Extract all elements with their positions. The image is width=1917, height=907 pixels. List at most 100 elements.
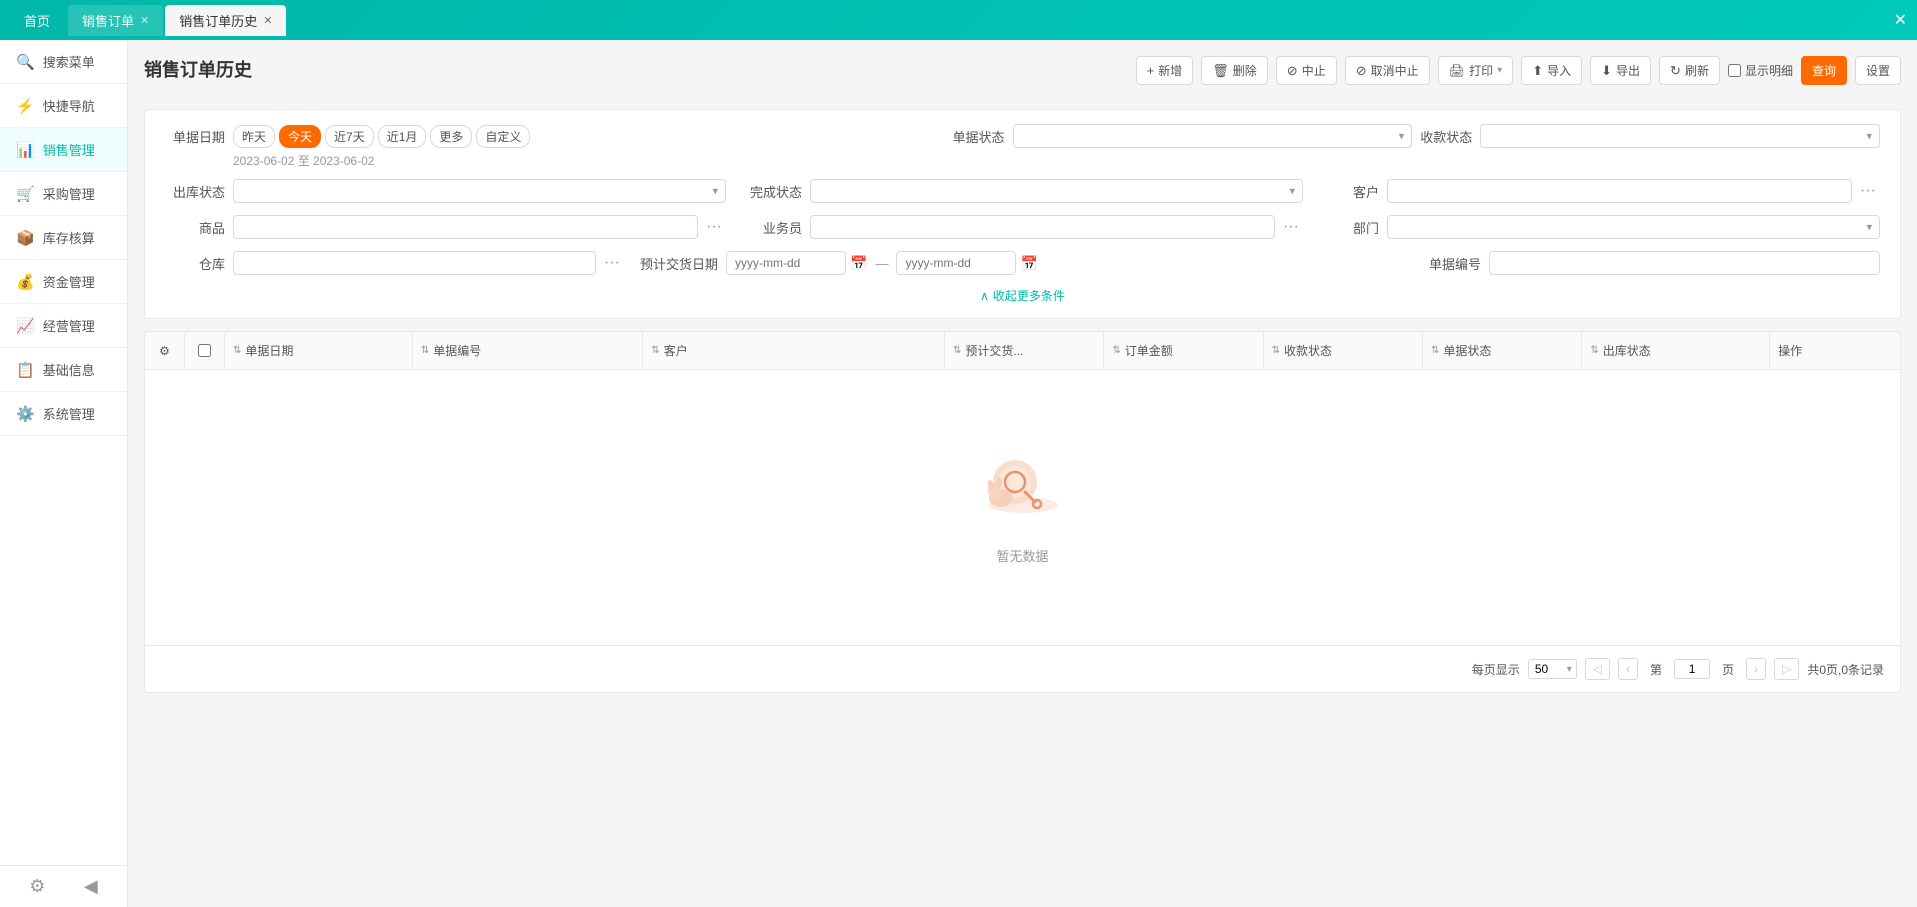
dept-label: 部门 [1319, 218, 1379, 237]
dept-select[interactable] [1387, 215, 1880, 239]
sidebar-item-purchase-mgmt[interactable]: 🛒 采购管理 [0, 172, 127, 216]
sidebar-item-sales-mgmt[interactable]: 📊 销售管理 [0, 128, 127, 172]
purchase-mgmt-icon: 🛒 [16, 185, 35, 203]
th-checkbox[interactable] [185, 334, 225, 367]
query-button[interactable]: 查询 [1801, 56, 1847, 85]
table-empty: 暂无数据 [145, 370, 1900, 645]
date-btn-last7[interactable]: 近7天 [325, 125, 374, 148]
sales-rep-dots[interactable]: ··· [1279, 218, 1303, 236]
cancel-stop-icon: ⊘ [1356, 63, 1367, 79]
th-num: ⇅ 单据编号 [413, 332, 644, 369]
empty-illustration [973, 430, 1073, 530]
order-number-label: 单据编号 [1421, 254, 1481, 273]
customer-dots[interactable]: ··· [1856, 182, 1880, 200]
sidebar-item-system[interactable]: ⚙️ 系统管理 [0, 392, 127, 436]
sidebar-item-operations[interactable]: 📈 经营管理 [0, 304, 127, 348]
page-input[interactable] [1674, 659, 1710, 679]
sales-mgmt-icon: 📊 [16, 141, 35, 159]
main-layout: 🔍 搜索菜单 ⚡ 快捷导航 📊 销售管理 🛒 采购管理 📦 库存核算 💰 资金管… [0, 40, 1917, 907]
tab-home[interactable]: 首页 [10, 5, 64, 36]
sort-num-icon[interactable]: ⇅ [421, 345, 429, 356]
filter-row-2: 出库状态 完成状态 客户 [165, 179, 1880, 203]
sort-icon[interactable]: ⇅ [233, 345, 241, 356]
stop-button[interactable]: ⊘ 中止 [1276, 56, 1337, 85]
print-dropdown-icon: ▾ [1497, 65, 1502, 76]
select-all-checkbox[interactable] [198, 344, 211, 357]
warehouse-dots[interactable]: ··· [600, 254, 624, 272]
sidebar-item-inventory[interactable]: 📦 库存核算 [0, 216, 127, 260]
out-status-select[interactable] [233, 179, 726, 203]
import-button[interactable]: ⬆ 导入 [1521, 56, 1582, 85]
tab-sales-order-history-close[interactable]: ✕ [263, 14, 272, 27]
order-status-select[interactable] [1013, 124, 1413, 148]
cal-end-icon[interactable]: 📅 [1020, 255, 1037, 272]
dept-select-wrapper [1387, 215, 1880, 239]
sort-receipt-icon[interactable]: ⇅ [1272, 345, 1280, 356]
sort-order-status-icon[interactable]: ⇅ [1431, 345, 1439, 356]
display-detail-checkbox[interactable] [1728, 64, 1741, 77]
sidebar-collapse-icon[interactable]: ◀ [84, 876, 98, 897]
print-icon: 🖨 [1449, 63, 1466, 79]
delete-button[interactable]: 🗑 删除 [1201, 56, 1268, 85]
last-page-btn[interactable]: ▷ [1774, 658, 1799, 680]
th-settings[interactable]: ⚙ [145, 334, 185, 368]
search-menu-icon: 🔍 [16, 53, 35, 71]
first-page-btn[interactable]: ◁ [1585, 658, 1610, 680]
tab-sales-order[interactable]: 销售订单 ✕ [68, 5, 163, 36]
system-icon: ⚙️ [16, 405, 35, 423]
new-button[interactable]: + 新增 [1136, 56, 1194, 85]
customer-input[interactable] [1387, 179, 1852, 203]
receipt-status-select[interactable] [1480, 124, 1880, 148]
warehouse-label: 仓库 [165, 254, 225, 273]
refresh-button[interactable]: ↻ 刷新 [1659, 56, 1720, 85]
product-input[interactable] [233, 215, 698, 239]
display-detail-label[interactable]: 显示明细 [1728, 62, 1793, 79]
page-size-select[interactable]: 10 20 50 100 [1528, 659, 1577, 679]
receipt-status-label: 收款状态 [1412, 127, 1472, 146]
product-control: ··· [233, 215, 726, 239]
date-btn-yesterday[interactable]: 昨天 [233, 125, 275, 148]
delivery-date-start[interactable] [726, 251, 846, 275]
tab-sales-order-history[interactable]: 销售订单历史 ✕ [165, 5, 286, 36]
collapse-row[interactable]: ∧ 收起更多条件 [165, 287, 1880, 304]
sales-rep-label: 业务员 [742, 218, 802, 237]
sidebar-item-search-menu[interactable]: 🔍 搜索菜单 [0, 40, 127, 84]
date-btn-custom[interactable]: 自定义 [476, 125, 530, 148]
sort-customer-icon[interactable]: ⇅ [651, 345, 659, 356]
collapse-icon: ∧ [980, 289, 989, 303]
page-label-before: 第 [1650, 661, 1662, 678]
sidebar-settings-icon[interactable]: ⚙ [29, 876, 45, 897]
cal-start-icon[interactable]: 📅 [850, 255, 867, 272]
sort-amount-icon[interactable]: ⇅ [1112, 345, 1120, 356]
next-page-btn[interactable]: › [1746, 658, 1766, 680]
receipt-status-select-wrapper [1480, 124, 1880, 148]
complete-status-select-wrapper [810, 179, 1303, 203]
settings-button[interactable]: 设置 [1855, 56, 1901, 85]
tab-sales-order-close[interactable]: ✕ [140, 14, 149, 27]
sort-delivery-icon[interactable]: ⇅ [953, 345, 961, 356]
export-button[interactable]: ⬇ 导出 [1590, 56, 1651, 85]
cancel-stop-button[interactable]: ⊘ 取消中止 [1345, 56, 1430, 85]
date-btn-more[interactable]: 更多 [430, 125, 472, 148]
date-btn-today[interactable]: 今天 [279, 125, 321, 148]
sidebar: 🔍 搜索菜单 ⚡ 快捷导航 📊 销售管理 🛒 采购管理 📦 库存核算 💰 资金管… [0, 40, 128, 907]
print-button[interactable]: 🖨 打印 ▾ [1438, 56, 1514, 85]
sidebar-item-finance[interactable]: 💰 资金管理 [0, 260, 127, 304]
window-close[interactable]: ✕ [1894, 10, 1907, 30]
warehouse-input[interactable] [233, 251, 596, 275]
product-dots[interactable]: ··· [702, 218, 726, 236]
product-label: 商品 [165, 218, 225, 237]
sort-out-status-icon[interactable]: ⇅ [1590, 345, 1598, 356]
inventory-icon: 📦 [16, 229, 35, 247]
sidebar-item-quick-nav[interactable]: ⚡ 快捷导航 [0, 84, 127, 128]
delivery-date-end[interactable] [896, 251, 1016, 275]
complete-status-select[interactable] [810, 179, 1303, 203]
date-btn-last-month[interactable]: 近1月 [378, 125, 427, 148]
prev-page-btn[interactable]: ‹ [1618, 658, 1638, 680]
refresh-icon: ↻ [1670, 63, 1681, 79]
sidebar-item-basic-info[interactable]: 📋 基础信息 [0, 348, 127, 392]
order-number-input[interactable] [1489, 251, 1880, 275]
pagination: 每页显示 10 20 50 100 ◁ ‹ 第 页 › ▷ 共0页,0条记录 [145, 645, 1900, 692]
sales-rep-input[interactable] [810, 215, 1275, 239]
delivery-date-control: 📅 — 📅 [726, 251, 1405, 275]
